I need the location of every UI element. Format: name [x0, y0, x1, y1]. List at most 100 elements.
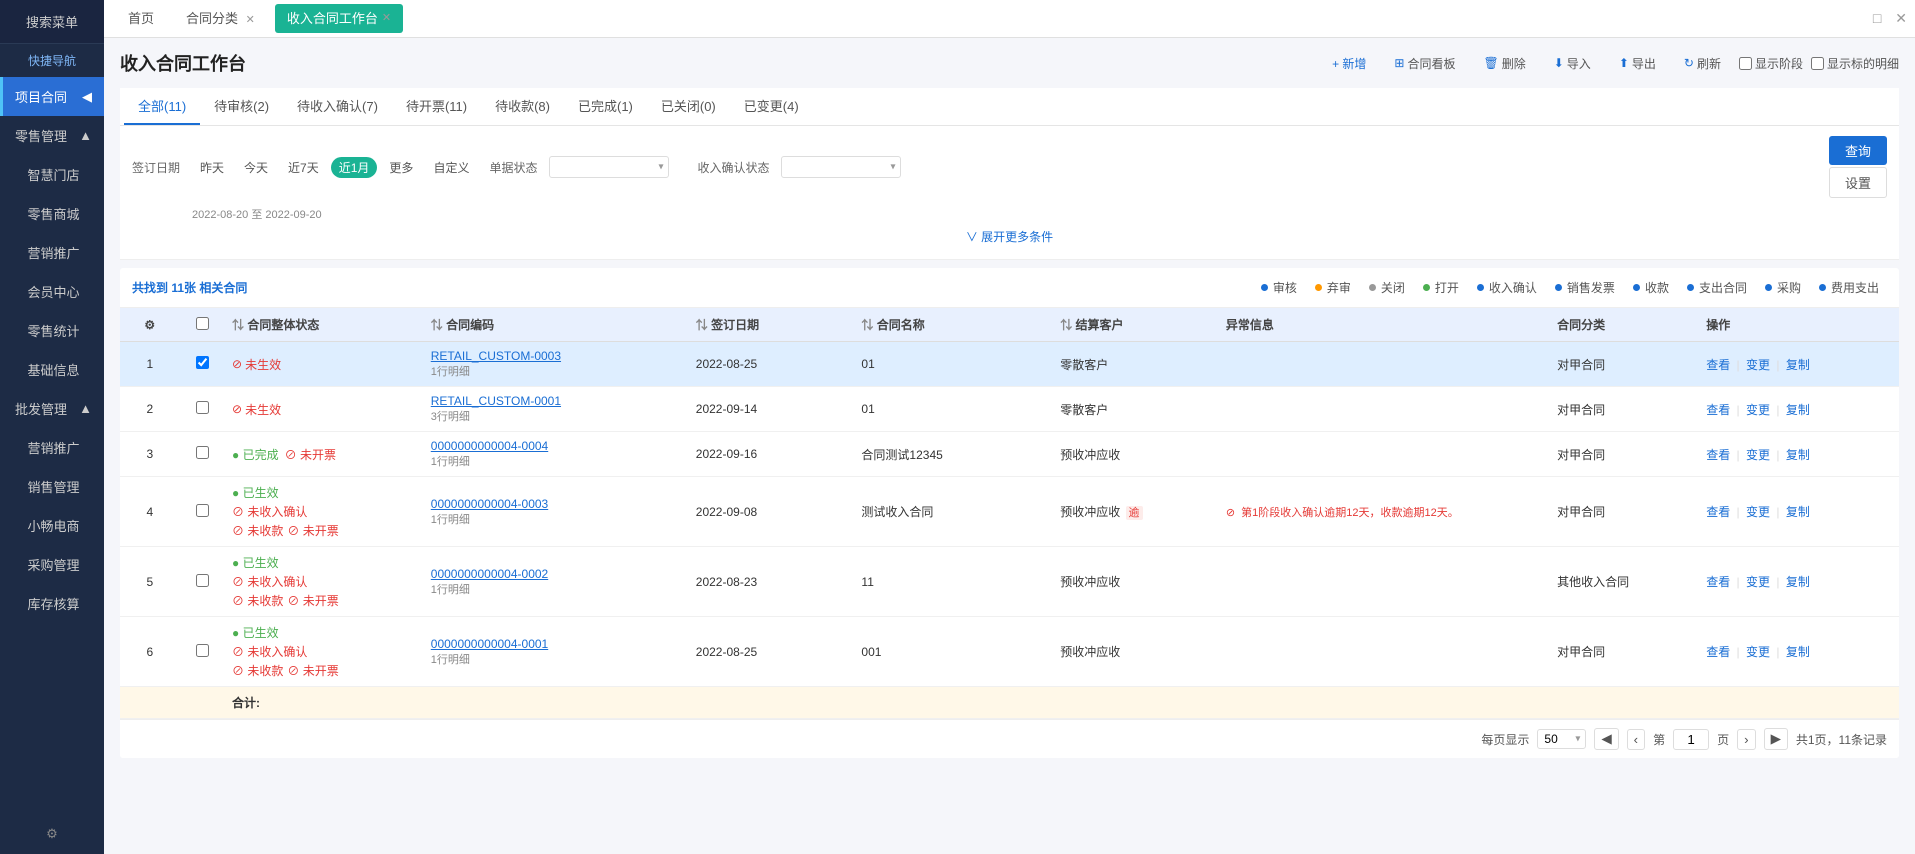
prev-page-btn[interactable]: ‹ [1627, 729, 1645, 750]
view-btn-5[interactable]: 查看 [1706, 575, 1730, 589]
sidebar-item-retail-commerce[interactable]: 零售商城 [0, 194, 104, 233]
show-field-checkbox-label[interactable]: 显示阶段 [1739, 55, 1803, 72]
row-4-checkbox[interactable] [196, 504, 209, 517]
contract-link[interactable]: RETAIL_CUSTOM-0003 [431, 349, 561, 363]
select-all-checkbox[interactable] [196, 317, 209, 330]
row-6-checkbox[interactable] [196, 644, 209, 657]
date-btn-custom[interactable]: 自定义 [425, 157, 477, 178]
date-btn-today[interactable]: 今天 [236, 157, 276, 178]
contract-link-3[interactable]: 0000000000004-0004 [431, 439, 548, 453]
tab-contract-cat[interactable]: 合同分类 ✕ [170, 0, 271, 37]
tab-income-workbench-close[interactable]: ✕ [382, 11, 391, 24]
filter-tab-pending-income[interactable]: 待收入确认(7) [283, 88, 392, 125]
export-button[interactable]: ⬆ 导出 [1609, 51, 1666, 76]
edit-btn[interactable]: 变更 [1746, 358, 1770, 372]
row-2-checkbox[interactable] [196, 401, 209, 414]
window-close[interactable]: ✕ [1895, 10, 1907, 26]
contract-link-6[interactable]: 0000000000004-0001 [431, 637, 548, 651]
contract-link-2[interactable]: RETAIL_CUSTOM-0001 [431, 394, 561, 408]
view-btn-4[interactable]: 查看 [1706, 505, 1730, 519]
copy-btn-4[interactable]: 复制 [1786, 505, 1810, 519]
sidebar-search[interactable]: 搜索菜单 [0, 0, 104, 44]
window-maximize[interactable]: □ [1873, 10, 1881, 26]
edit-btn-4[interactable]: 变更 [1746, 505, 1770, 519]
show-detail-checkbox-label[interactable]: 显示标的明细 [1811, 55, 1899, 72]
toolbar-out-contract[interactable]: 支出合同 [1679, 276, 1755, 299]
filter-tab-completed[interactable]: 已完成(1) [564, 88, 647, 125]
tab-income-workbench[interactable]: 收入合同工作台 ✕ [275, 4, 403, 33]
contract-link-4[interactable]: 0000000000004-0003 [431, 497, 548, 511]
copy-btn-6[interactable]: 复制 [1786, 645, 1810, 659]
doc-status-select[interactable] [549, 156, 669, 178]
last-page-btn[interactable]: ▶ [1764, 728, 1788, 750]
toolbar-open[interactable]: 打开 [1415, 276, 1467, 299]
row-3-checkbox[interactable] [196, 446, 209, 459]
setting-button[interactable]: 设置 [1829, 167, 1887, 198]
show-detail-checkbox[interactable] [1811, 57, 1824, 70]
page-input[interactable] [1673, 729, 1709, 750]
th-sign-date[interactable]: ⇅ 签订日期 [690, 308, 856, 342]
view-btn-6[interactable]: 查看 [1706, 645, 1730, 659]
filter-tab-pending-review[interactable]: 待审核(2) [200, 88, 283, 125]
contract-link-5[interactable]: 0000000000004-0002 [431, 567, 548, 581]
row-5-checkbox[interactable] [196, 574, 209, 587]
copy-btn[interactable]: 复制 [1786, 358, 1810, 372]
sidebar-item-wholesale[interactable]: 批发管理 ▲ [0, 389, 104, 428]
sidebar-item-sales-mgmt[interactable]: 销售管理 [0, 467, 104, 506]
row-1-checkbox[interactable] [196, 356, 209, 369]
toolbar-audit[interactable]: 审核 [1253, 276, 1305, 299]
sidebar-item-project[interactable]: 项目合同 ◀ [0, 77, 104, 116]
sidebar-quick-nav[interactable]: 快捷导航 [0, 44, 104, 77]
edit-btn-2[interactable]: 变更 [1746, 403, 1770, 417]
date-btn-yesterday[interactable]: 昨天 [192, 157, 232, 178]
sidebar-item-marketing2[interactable]: 营销推广 [0, 428, 104, 467]
show-field-checkbox[interactable] [1739, 57, 1752, 70]
th-customer[interactable]: ⇅ 结算客户 [1054, 308, 1220, 342]
th-error[interactable]: 异常信息 [1220, 308, 1551, 342]
delete-button[interactable]: 🗑 删除 [1473, 51, 1535, 76]
sidebar-item-smart-store[interactable]: 智慧门店 [0, 155, 104, 194]
next-page-btn[interactable]: › [1737, 729, 1755, 750]
import-button[interactable]: ⬇ 导入 [1544, 51, 1601, 76]
date-btn-last1m[interactable]: 近1月 [331, 157, 378, 178]
kanban-button[interactable]: ⊞ 合同看板 [1384, 51, 1465, 76]
search-button[interactable]: 查询 [1829, 136, 1887, 165]
toolbar-sales-invoice[interactable]: 销售发票 [1547, 276, 1623, 299]
th-contract-code[interactable]: ⇅ 合同编码 [425, 308, 690, 342]
tab-contract-cat-close[interactable]: ✕ [246, 14, 255, 26]
toolbar-receipt[interactable]: 收款 [1625, 276, 1677, 299]
date-btn-more[interactable]: 更多 [381, 157, 421, 178]
income-status-select[interactable] [781, 156, 901, 178]
filter-tab-changed[interactable]: 已变更(4) [730, 88, 813, 125]
th-contract-name[interactable]: ⇅ 合同名称 [855, 308, 1054, 342]
new-button[interactable]: + 新增 [1322, 51, 1376, 76]
view-btn[interactable]: 查看 [1706, 358, 1730, 372]
sidebar-gear[interactable]: ⚙ [0, 814, 104, 854]
edit-btn-6[interactable]: 变更 [1746, 645, 1770, 659]
sidebar-item-retail-mgmt[interactable]: 零售管理 ▲ [0, 116, 104, 155]
refresh-button[interactable]: ↻ 刷新 [1674, 51, 1731, 76]
copy-btn-2[interactable]: 复制 [1786, 403, 1810, 417]
sidebar-item-member[interactable]: 会员中心 [0, 272, 104, 311]
view-btn-3[interactable]: 查看 [1706, 448, 1730, 462]
first-page-btn[interactable]: ◀ [1594, 728, 1618, 750]
toolbar-close[interactable]: 关闭 [1361, 276, 1413, 299]
toolbar-abandon[interactable]: 弃审 [1307, 276, 1359, 299]
sidebar-item-inventory[interactable]: 库存核算 [0, 584, 104, 623]
filter-tab-all[interactable]: 全部(11) [124, 88, 200, 125]
filter-tab-pending-receipt[interactable]: 待收款(8) [481, 88, 564, 125]
view-btn-2[interactable]: 查看 [1706, 403, 1730, 417]
sidebar-item-basic-info[interactable]: 基础信息 [0, 350, 104, 389]
toolbar-expense-out[interactable]: 费用支出 [1811, 276, 1887, 299]
th-contract-status[interactable]: ⇅ 合同整体状态 [226, 308, 425, 342]
page-size-select[interactable]: 50 100 200 [1537, 729, 1586, 749]
copy-btn-3[interactable]: 复制 [1786, 448, 1810, 462]
edit-btn-3[interactable]: 变更 [1746, 448, 1770, 462]
copy-btn-5[interactable]: 复制 [1786, 575, 1810, 589]
th-type[interactable]: 合同分类 [1551, 308, 1700, 342]
filter-tab-closed[interactable]: 已关闭(0) [647, 88, 730, 125]
sidebar-item-xiaochang[interactable]: 小畅电商 [0, 506, 104, 545]
sidebar-item-purchase[interactable]: 采购管理 [0, 545, 104, 584]
toolbar-income-confirm[interactable]: 收入确认 [1469, 276, 1545, 299]
settings-icon[interactable]: ⚙ [144, 318, 155, 332]
